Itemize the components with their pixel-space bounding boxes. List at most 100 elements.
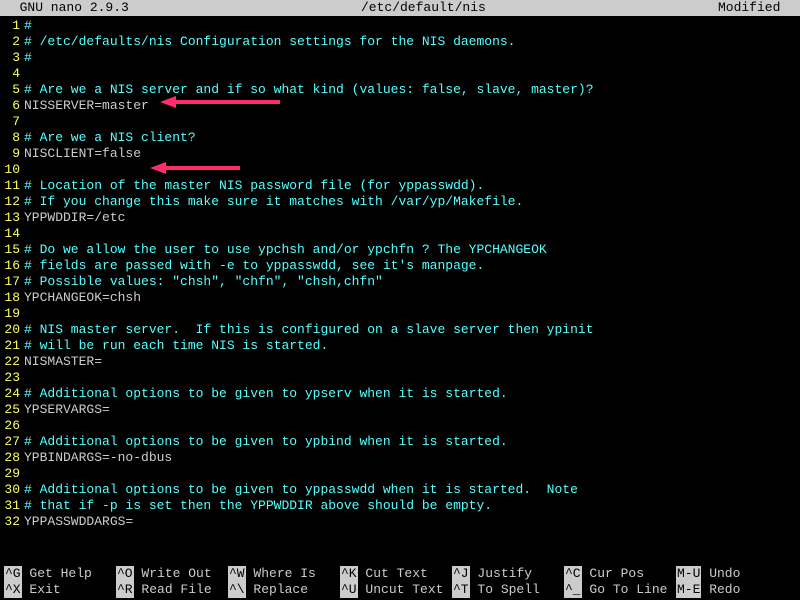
line-number: 5 [0, 82, 24, 98]
shortcut-label: Exit [22, 582, 116, 598]
editor-line[interactable]: 23 [0, 370, 800, 386]
line-content: NISCLIENT=false [24, 146, 141, 162]
editor-line[interactable]: 27# Additional options to be given to yp… [0, 434, 800, 450]
line-content: # Additional options to be given to yppa… [24, 482, 578, 498]
shortcut-item[interactable]: ^U Uncut Text [340, 582, 452, 598]
editor-line[interactable]: 5# Are we a NIS server and if so what ki… [0, 82, 800, 98]
line-number: 17 [0, 274, 24, 290]
editor-line[interactable]: 24# Additional options to be given to yp… [0, 386, 800, 402]
editor-line[interactable]: 2# /etc/defaults/nis Configuration setti… [0, 34, 800, 50]
editor-line[interactable]: 13YPPWDDIR=/etc [0, 210, 800, 226]
line-number: 22 [0, 354, 24, 370]
editor-line[interactable]: 7 [0, 114, 800, 130]
shortcut-item[interactable]: ^C Cur Pos [564, 566, 676, 582]
editor-line[interactable]: 3# [0, 50, 800, 66]
shortcut-label: Read File [134, 582, 228, 598]
line-content: # will be run each time NIS is started. [24, 338, 328, 354]
line-content: NISSERVER=master [24, 98, 149, 114]
shortcut-key: ^J [452, 566, 470, 582]
line-number: 13 [0, 210, 24, 226]
shortcut-label: Go To Line [582, 582, 676, 598]
shortcut-label: Where Is [246, 566, 340, 582]
line-content: # that if -p is set then the YPPWDDIR ab… [24, 498, 492, 514]
editor-line[interactable]: 20# NIS master server. If this is config… [0, 322, 800, 338]
line-content: # fields are passed with -e to yppasswdd… [24, 258, 484, 274]
editor-line[interactable]: 22NISMASTER= [0, 354, 800, 370]
line-number: 7 [0, 114, 24, 130]
shortcut-key: ^G [4, 566, 22, 582]
line-content: # Are we a NIS server and if so what kin… [24, 82, 594, 98]
editor-line[interactable]: 4 [0, 66, 800, 82]
editor-line[interactable]: 19 [0, 306, 800, 322]
editor-line[interactable]: 12# If you change this make sure it matc… [0, 194, 800, 210]
line-number: 6 [0, 98, 24, 114]
shortcut-key: ^_ [564, 582, 582, 598]
line-number: 20 [0, 322, 24, 338]
shortcut-item[interactable]: ^T To Spell [452, 582, 564, 598]
shortcut-item[interactable]: ^\ Replace [228, 582, 340, 598]
editor-line[interactable]: 31# that if -p is set then the YPPWDDIR … [0, 498, 800, 514]
line-number: 27 [0, 434, 24, 450]
shortcut-label: Write Out [134, 566, 228, 582]
shortcut-label: Cur Pos [582, 566, 676, 582]
line-number: 9 [0, 146, 24, 162]
editor-line[interactable]: 6NISSERVER=master [0, 98, 800, 114]
shortcut-key: M-E [676, 582, 701, 598]
shortcut-item[interactable]: M-U Undo [676, 566, 756, 582]
shortcut-key: ^U [340, 582, 358, 598]
line-number: 25 [0, 402, 24, 418]
line-number: 18 [0, 290, 24, 306]
shortcut-label: Cut Text [358, 566, 452, 582]
title-bar: GNU nano 2.9.3 /etc/default/nis Modified [0, 0, 800, 16]
shortcut-key: ^C [564, 566, 582, 582]
editor-line[interactable]: 14 [0, 226, 800, 242]
editor-line[interactable]: 16# fields are passed with -e to yppassw… [0, 258, 800, 274]
editor-area[interactable]: 1#2# /etc/defaults/nis Configuration set… [0, 16, 800, 530]
line-content: YPBINDARGS=-no-dbus [24, 450, 172, 466]
shortcut-label: Replace [246, 582, 340, 598]
editor-line[interactable]: 28YPBINDARGS=-no-dbus [0, 450, 800, 466]
shortcut-item[interactable]: ^K Cut Text [340, 566, 452, 582]
editor-line[interactable]: 18YPCHANGEOK=chsh [0, 290, 800, 306]
editor-line[interactable]: 26 [0, 418, 800, 434]
editor-line[interactable]: 11# Location of the master NIS password … [0, 178, 800, 194]
editor-line[interactable]: 10 [0, 162, 800, 178]
line-number: 24 [0, 386, 24, 402]
line-number: 12 [0, 194, 24, 210]
editor-line[interactable]: 29 [0, 466, 800, 482]
line-number: 3 [0, 50, 24, 66]
line-number: 1 [0, 18, 24, 34]
editor-line[interactable]: 32YPPASSWDDARGS= [0, 514, 800, 530]
shortcut-key: ^O [116, 566, 134, 582]
line-number: 30 [0, 482, 24, 498]
editor-line[interactable]: 9NISCLIENT=false [0, 146, 800, 162]
shortcut-item[interactable]: ^_ Go To Line [564, 582, 676, 598]
line-content: # Location of the master NIS password fi… [24, 178, 484, 194]
line-content: # [24, 50, 32, 66]
line-number: 15 [0, 242, 24, 258]
editor-line[interactable]: 17# Possible values: "chsh", "chfn", "ch… [0, 274, 800, 290]
shortcut-item[interactable]: ^R Read File [116, 582, 228, 598]
editor-line[interactable]: 15# Do we allow the user to use ypchsh a… [0, 242, 800, 258]
shortcut-item[interactable]: ^G Get Help [4, 566, 116, 582]
shortcut-label: Redo [701, 582, 740, 598]
line-number: 11 [0, 178, 24, 194]
shortcut-item[interactable]: ^W Where Is [228, 566, 340, 582]
line-number: 28 [0, 450, 24, 466]
shortcut-item[interactable]: M-E Redo [676, 582, 756, 598]
shortcut-key: ^R [116, 582, 134, 598]
line-number: 4 [0, 66, 24, 82]
editor-line[interactable]: 25YPSERVARGS= [0, 402, 800, 418]
editor-line[interactable]: 21# will be run each time NIS is started… [0, 338, 800, 354]
file-path: /etc/default/nis [361, 1, 486, 15]
shortcut-item[interactable]: ^O Write Out [116, 566, 228, 582]
editor-line[interactable]: 30# Additional options to be given to yp… [0, 482, 800, 498]
editor-line[interactable]: 8# Are we a NIS client? [0, 130, 800, 146]
shortcut-item[interactable]: ^J Justify [452, 566, 564, 582]
line-number: 14 [0, 226, 24, 242]
shortcut-key: ^X [4, 582, 22, 598]
line-number: 31 [0, 498, 24, 514]
editor-line[interactable]: 1# [0, 18, 800, 34]
shortcut-item[interactable]: ^X Exit [4, 582, 116, 598]
shortcut-key: ^W [228, 566, 246, 582]
